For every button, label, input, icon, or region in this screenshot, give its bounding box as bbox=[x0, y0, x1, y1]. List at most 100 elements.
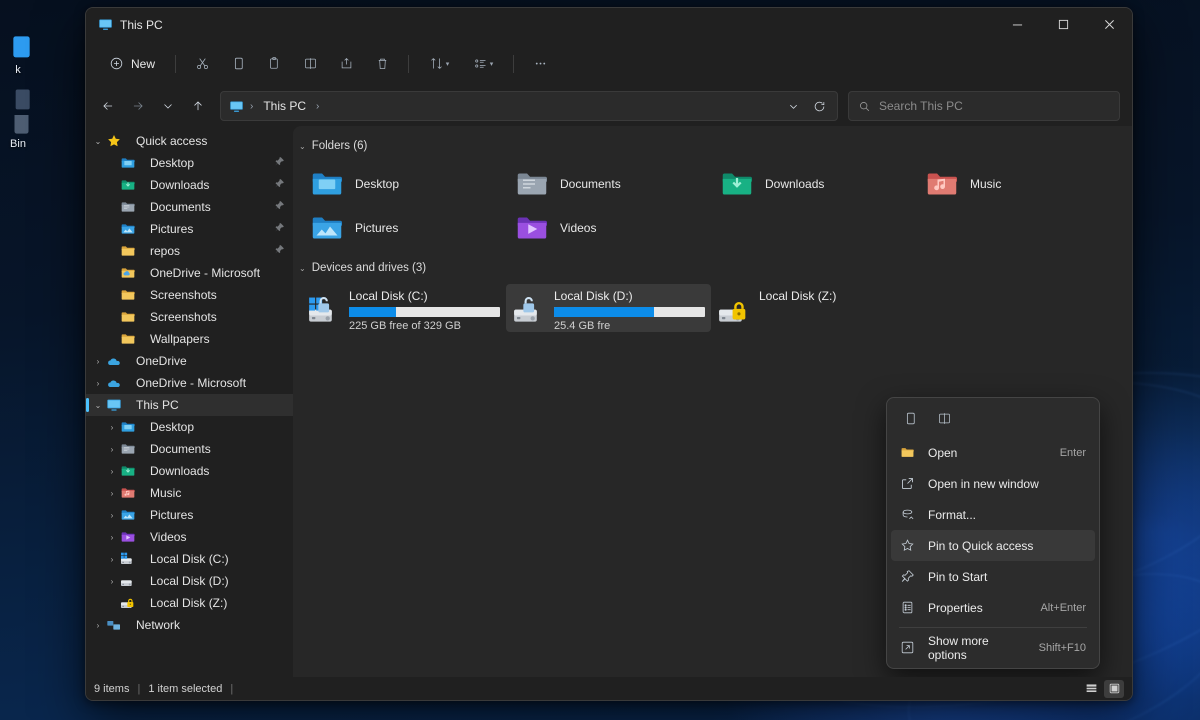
sidebar-item-pictures[interactable]: › Pictures bbox=[86, 504, 293, 526]
pin-icon[interactable] bbox=[274, 200, 285, 214]
sidebar-item-desktop[interactable]: › Desktop bbox=[86, 152, 293, 174]
context-menu: Open Enter Open in new window Format... Pin … bbox=[886, 397, 1100, 669]
sidebar-item-pictures[interactable]: › Pictures bbox=[86, 218, 293, 240]
sidebar-item-documents[interactable]: › Documents bbox=[86, 196, 293, 218]
recent-locations-button[interactable] bbox=[154, 92, 182, 120]
back-button[interactable] bbox=[94, 92, 122, 120]
chevron-right-icon[interactable]: › bbox=[90, 379, 106, 388]
chevron-right-icon[interactable]: › bbox=[104, 511, 120, 520]
sidebar-item-onedrive[interactable]: › OneDrive bbox=[86, 350, 293, 372]
chevron-right-icon[interactable]: › bbox=[104, 533, 120, 542]
see-more-button[interactable] bbox=[523, 49, 557, 79]
window-tab-this-pc[interactable]: This PC bbox=[86, 8, 175, 41]
sidebar-item-this-pc[interactable]: ⌄ This PC bbox=[86, 394, 293, 416]
sidebar-item-label: Documents bbox=[150, 200, 211, 214]
up-button[interactable] bbox=[184, 92, 212, 120]
folder-item[interactable]: Videos bbox=[506, 206, 711, 250]
context-menu-item-pin-to-quick-access[interactable]: Pin to Quick access bbox=[891, 530, 1095, 561]
sidebar-item-videos[interactable]: › Videos bbox=[86, 526, 293, 548]
pin-icon[interactable] bbox=[274, 222, 285, 236]
context-menu-item-properties[interactable]: Properties Alt+Enter bbox=[891, 592, 1095, 623]
chevron-right-icon[interactable]: › bbox=[104, 445, 120, 454]
copy-button[interactable] bbox=[221, 49, 255, 79]
sidebar-item-local-disk-c[interactable]: › Local Disk (C:) bbox=[86, 548, 293, 570]
folder-item[interactable]: Music bbox=[916, 162, 1121, 206]
refresh-button[interactable] bbox=[807, 94, 831, 118]
address-dropdown-button[interactable] bbox=[781, 94, 805, 118]
drives-group-header[interactable]: ⌄ Devices and drives (3) bbox=[293, 258, 1132, 278]
context-menu-item-show-more-options[interactable]: Show more options Shift+F10 bbox=[891, 632, 1095, 663]
chevron-right-icon[interactable]: › bbox=[104, 555, 120, 564]
folders-group-header[interactable]: ⌄ Folders (6) bbox=[293, 136, 1132, 156]
sidebar-item-local-disk-d[interactable]: › Local Disk (D:) bbox=[86, 570, 293, 592]
context-menu-item-format[interactable]: Format... bbox=[891, 499, 1095, 530]
folder-item[interactable]: Downloads bbox=[711, 162, 916, 206]
cut-button[interactable] bbox=[185, 49, 219, 79]
sidebar-item-repos[interactable]: › repos bbox=[86, 240, 293, 262]
details-view-button[interactable] bbox=[1081, 680, 1101, 698]
search-box[interactable] bbox=[848, 91, 1120, 121]
sidebar-item-onedrive-microsoft[interactable]: › OneDrive - Microsoft bbox=[86, 262, 293, 284]
sidebar-item-screenshots[interactable]: › Screenshots bbox=[86, 284, 293, 306]
chevron-down-icon[interactable]: ⌄ bbox=[90, 401, 106, 410]
window-body: ⌄ Quick access › Desktop › Downloads › Doc… bbox=[86, 126, 1132, 677]
chevron-right-icon[interactable]: › bbox=[104, 423, 120, 432]
sidebar-item-desktop[interactable]: › Desktop bbox=[86, 416, 293, 438]
onedrive-cloud-icon bbox=[106, 353, 129, 369]
chevron-right-icon[interactable]: › bbox=[104, 577, 120, 586]
forward-button[interactable] bbox=[124, 92, 152, 120]
drive-item[interactable]: Local Disk (Z:) bbox=[711, 284, 916, 332]
pin-icon[interactable] bbox=[274, 178, 285, 192]
folder-item[interactable]: Desktop bbox=[301, 162, 506, 206]
desktop-icon-label: Bin bbox=[10, 138, 26, 150]
address-bar[interactable]: › This PC › bbox=[220, 91, 838, 121]
rename-button[interactable] bbox=[929, 405, 959, 431]
sidebar-item-downloads[interactable]: › Downloads bbox=[86, 460, 293, 482]
sidebar-item-documents[interactable]: › Documents bbox=[86, 438, 293, 460]
drives-group-label: Devices and drives (3) bbox=[311, 262, 427, 274]
folder-item[interactable]: Documents bbox=[506, 162, 711, 206]
chevron-right-icon[interactable]: › bbox=[90, 357, 106, 366]
sidebar-item-network[interactable]: › Network bbox=[86, 614, 293, 636]
breadcrumb-item-this-pc[interactable]: This PC bbox=[259, 97, 310, 115]
sidebar-item-local-disk-z[interactable]: › Local Disk (Z:) bbox=[86, 592, 293, 614]
drive-icon bbox=[120, 573, 143, 589]
maximize-button[interactable] bbox=[1040, 8, 1086, 41]
chevron-right-icon[interactable]: › bbox=[104, 489, 120, 498]
sidebar-item-music[interactable]: › Music bbox=[86, 482, 293, 504]
context-menu-item-pin-to-start[interactable]: Pin to Start bbox=[891, 561, 1095, 592]
copy-button[interactable] bbox=[895, 405, 925, 431]
sidebar-item-downloads[interactable]: › Downloads bbox=[86, 174, 293, 196]
context-menu-item-open-in-new-window[interactable]: Open in new window bbox=[891, 468, 1095, 499]
paste-button[interactable] bbox=[257, 49, 291, 79]
close-button[interactable] bbox=[1086, 8, 1132, 41]
rename-button[interactable] bbox=[293, 49, 327, 79]
chevron-right-icon[interactable]: › bbox=[104, 467, 120, 476]
context-menu-item-open[interactable]: Open Enter bbox=[891, 437, 1095, 468]
delete-button[interactable] bbox=[365, 49, 399, 79]
desktop-icon-partial-1[interactable]: k bbox=[0, 34, 50, 77]
drive-item[interactable]: Local Disk (D:) 25.4 GB fre bbox=[506, 284, 711, 332]
pin-icon[interactable] bbox=[274, 244, 285, 258]
minimize-button[interactable] bbox=[994, 8, 1040, 41]
sidebar-item-quick-access[interactable]: ⌄ Quick access bbox=[86, 130, 293, 152]
sidebar-item-wallpapers[interactable]: › Wallpapers bbox=[86, 328, 293, 350]
new-button[interactable]: New bbox=[98, 49, 166, 79]
share-button[interactable] bbox=[329, 49, 363, 79]
search-input[interactable] bbox=[879, 99, 1110, 113]
chevron-right-icon[interactable]: › bbox=[90, 621, 106, 630]
drive-item[interactable]: Local Disk (C:) 225 GB free of 329 GB bbox=[301, 284, 506, 332]
pin-icon[interactable] bbox=[274, 156, 285, 170]
folder-item[interactable]: Pictures bbox=[301, 206, 506, 250]
large-icons-view-button[interactable] bbox=[1104, 679, 1124, 698]
desktop-icon-recycle-bin[interactable]: Bin bbox=[0, 108, 50, 151]
sidebar-item-screenshots[interactable]: › Screenshots bbox=[86, 306, 293, 328]
window-controls bbox=[994, 8, 1132, 41]
downloads-folder-icon bbox=[120, 463, 143, 479]
desktop-folder-icon bbox=[120, 155, 143, 171]
videos-folder-icon bbox=[514, 210, 550, 246]
sort-button[interactable]: ▾ bbox=[418, 49, 460, 79]
sidebar-item-onedrive-microsoft[interactable]: › OneDrive - Microsoft bbox=[86, 372, 293, 394]
chevron-down-icon[interactable]: ⌄ bbox=[90, 137, 106, 146]
view-button[interactable]: ▾ bbox=[462, 49, 504, 79]
